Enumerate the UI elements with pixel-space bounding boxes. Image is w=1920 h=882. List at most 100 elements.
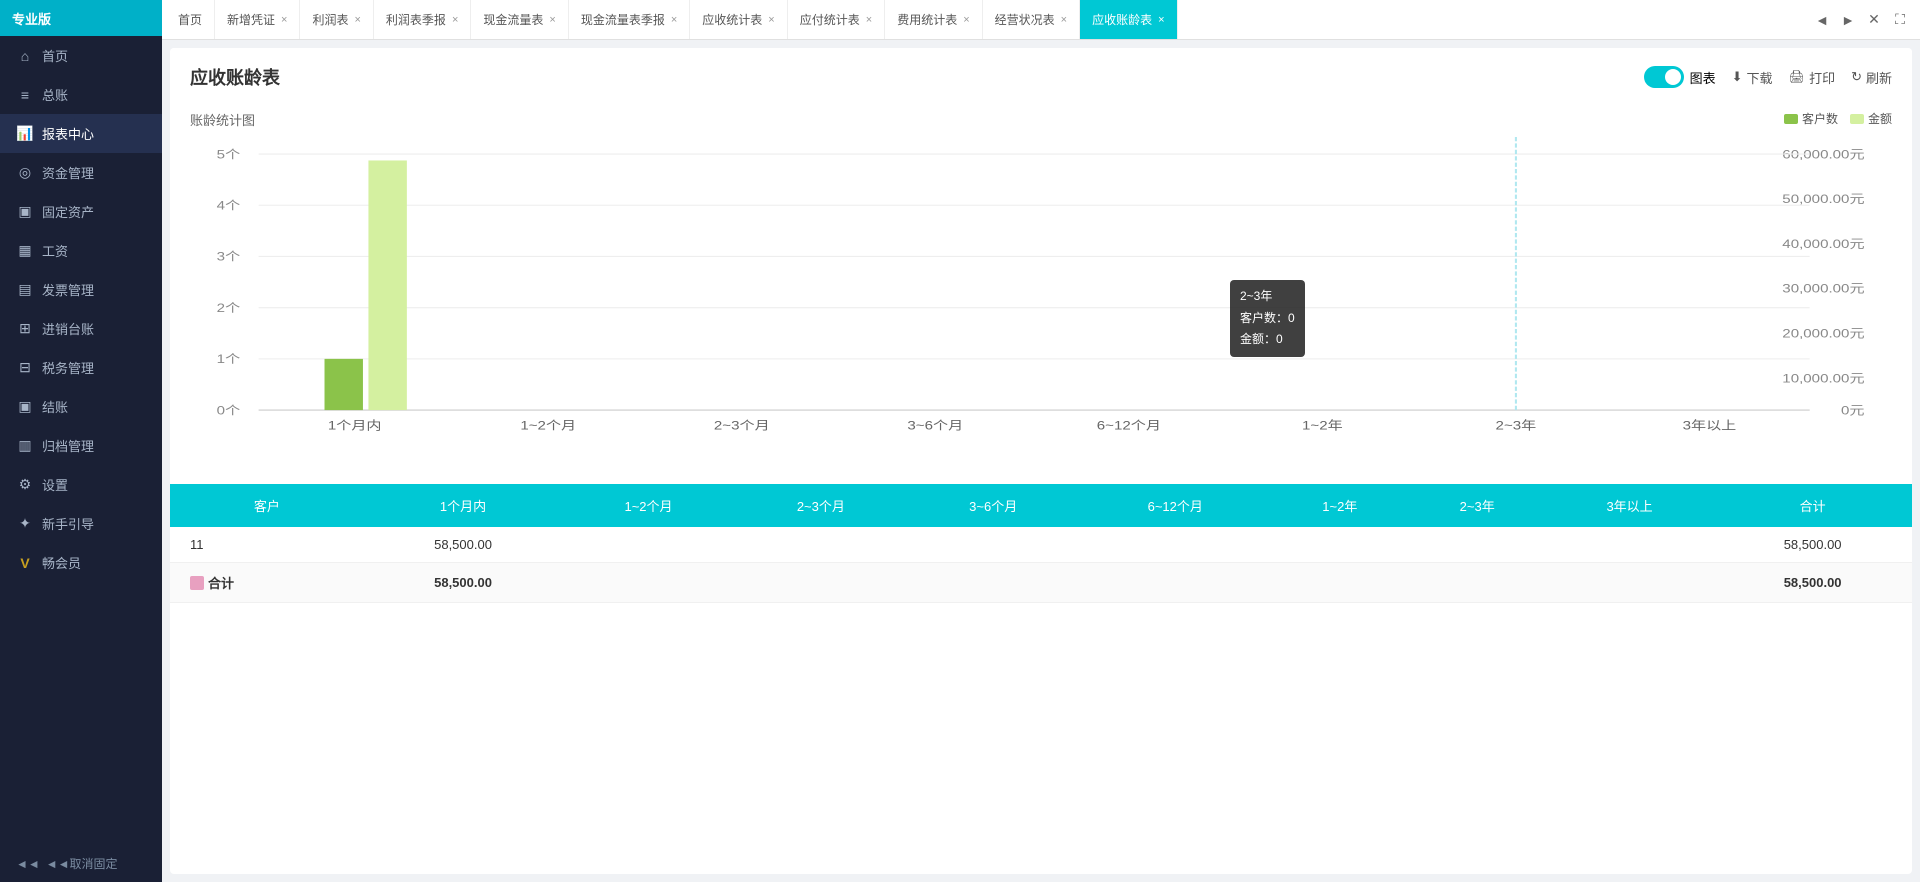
page-title: 应收账龄表 bbox=[190, 64, 1644, 90]
total-36month bbox=[907, 563, 1079, 603]
sidebar-label-vip: 畅会员 bbox=[42, 553, 81, 572]
content-area: 应收账龄表 图表 ⬇ 下载 🖨 打印 ↻ 刷新 bbox=[170, 48, 1912, 874]
refresh-button[interactable]: ↻ 刷新 bbox=[1851, 68, 1892, 87]
tab-profit-quarter-close[interactable]: × bbox=[452, 14, 458, 26]
cell-3year bbox=[1546, 527, 1713, 563]
total-1month: 58,500.00 bbox=[364, 563, 563, 603]
funds-icon: ◎ bbox=[16, 164, 34, 181]
tab-bar: 首页 新增凭证 × 利润表 × 利润表季报 × 现金流量表 × 现金流量表季报 … bbox=[162, 0, 1920, 40]
svg-text:10,000.00元: 10,000.00元 bbox=[1782, 372, 1864, 385]
total-label-cell: 合计 bbox=[170, 563, 364, 603]
svg-text:2个: 2个 bbox=[217, 302, 241, 315]
tab-prev-button[interactable]: ◄ bbox=[1810, 8, 1834, 32]
svg-text:2~3个月: 2~3个月 bbox=[714, 419, 770, 432]
cell-36month bbox=[907, 527, 1079, 563]
print-icon: 🖨 bbox=[1789, 69, 1806, 85]
invoice-icon: ▤ bbox=[16, 281, 34, 298]
svg-text:2~3年: 2~3年 bbox=[1496, 419, 1537, 432]
col-23year: 2~3年 bbox=[1409, 484, 1546, 527]
cell-1month: 58,500.00 bbox=[364, 527, 563, 563]
tab-home-label: 首页 bbox=[178, 11, 202, 28]
total-icon bbox=[190, 576, 204, 590]
cell-customer: 11 bbox=[170, 527, 364, 563]
tab-expand-button[interactable]: ⛶ bbox=[1888, 8, 1912, 32]
page-header: 应收账龄表 图表 ⬇ 下载 🖨 打印 ↻ 刷新 bbox=[170, 48, 1912, 100]
toggle-pin-button[interactable]: ◄◄ ◄◄取消固定 bbox=[0, 845, 162, 882]
tab-aging-label: 应收账龄表 bbox=[1092, 11, 1152, 28]
tab-profit-quarter[interactable]: 利润表季报 × bbox=[374, 0, 471, 39]
print-button[interactable]: 🖨 打印 bbox=[1789, 68, 1836, 87]
tab-profit-close[interactable]: × bbox=[354, 14, 360, 26]
tab-expense-stat[interactable]: 费用统计表 × bbox=[885, 0, 982, 39]
tab-operation[interactable]: 经营状况表 × bbox=[983, 0, 1080, 39]
legend-customers-color bbox=[1784, 114, 1798, 124]
sidebar-item-invoice[interactable]: ▤ 发票管理 bbox=[0, 270, 162, 309]
svg-text:6~12个月: 6~12个月 bbox=[1097, 419, 1161, 432]
chart-toggle-wrap: 图表 bbox=[1644, 66, 1716, 88]
download-button[interactable]: ⬇ 下载 bbox=[1732, 68, 1773, 87]
sidebar-item-guide[interactable]: ✦ 新手引导 bbox=[0, 504, 162, 543]
col-12year: 1~2年 bbox=[1271, 484, 1408, 527]
tab-new-voucher[interactable]: 新增凭证 × bbox=[215, 0, 300, 39]
app-logo: 专业版 bbox=[0, 0, 162, 36]
sidebar-item-ledger[interactable]: ≡ 总账 bbox=[0, 75, 162, 114]
table-header-row: 客户 1个月内 1~2个月 2~3个月 3~6个月 6~12个月 1~2年 2~… bbox=[170, 484, 1912, 527]
chart-title: 账龄统计图 bbox=[190, 110, 1892, 129]
svg-text:1个: 1个 bbox=[217, 353, 241, 366]
sidebar-label-salary: 工资 bbox=[42, 241, 68, 260]
total-12year bbox=[1271, 563, 1408, 603]
tab-cashflow-quarter[interactable]: 现金流量表季报 × bbox=[569, 0, 690, 39]
sidebar-label-reports: 报表中心 bbox=[42, 124, 94, 143]
total-row: 合计 58,500.00 58,500.00 bbox=[170, 563, 1912, 603]
svg-text:40,000.00元: 40,000.00元 bbox=[1782, 238, 1864, 251]
sidebar-label-funds: 资金管理 bbox=[42, 163, 94, 182]
svg-text:20,000.00元: 20,000.00元 bbox=[1782, 327, 1864, 340]
tab-cashflow-quarter-close[interactable]: × bbox=[671, 14, 677, 26]
tab-receivable-stat[interactable]: 应收统计表 × bbox=[690, 0, 787, 39]
sidebar: 专业版 ⌂ 首页 ≡ 总账 📊 报表中心 ◎ 资金管理 ▣ 固定资产 ▦ 工资 … bbox=[0, 0, 162, 882]
reports-icon: 📊 bbox=[16, 125, 34, 142]
data-table: 客户 1个月内 1~2个月 2~3个月 3~6个月 6~12个月 1~2年 2~… bbox=[170, 484, 1912, 603]
cell-612month bbox=[1079, 527, 1271, 563]
svg-text:1~2年: 1~2年 bbox=[1302, 419, 1343, 432]
sidebar-item-settings[interactable]: ⚙ 设置 bbox=[0, 465, 162, 504]
sidebar-item-vip[interactable]: V 畅会员 bbox=[0, 543, 162, 582]
tab-cashflow-close[interactable]: × bbox=[549, 14, 555, 26]
tab-close-all-button[interactable]: ✕ bbox=[1862, 8, 1886, 32]
svg-text:5个: 5个 bbox=[217, 148, 241, 161]
sidebar-item-assets[interactable]: ▣ 固定资产 bbox=[0, 192, 162, 231]
sidebar-item-archive[interactable]: ▥ 归档管理 bbox=[0, 426, 162, 465]
tab-operation-close[interactable]: × bbox=[1061, 14, 1067, 26]
vip-icon: V bbox=[16, 555, 34, 571]
sidebar-label-inventory: 进销台账 bbox=[42, 319, 94, 338]
total-label-text: 合计 bbox=[208, 573, 234, 592]
sidebar-item-close[interactable]: ▣ 结账 bbox=[0, 387, 162, 426]
sidebar-item-funds[interactable]: ◎ 资金管理 bbox=[0, 153, 162, 192]
tab-new-voucher-close[interactable]: × bbox=[281, 14, 287, 26]
col-total: 合计 bbox=[1713, 484, 1912, 527]
home-icon: ⌂ bbox=[16, 48, 34, 64]
sidebar-item-home[interactable]: ⌂ 首页 bbox=[0, 36, 162, 75]
tab-aging-close[interactable]: × bbox=[1158, 14, 1164, 26]
tab-profit[interactable]: 利润表 × bbox=[300, 0, 373, 39]
tab-controls: ◄ ► ✕ ⛶ bbox=[1810, 8, 1916, 32]
total-12month bbox=[562, 563, 734, 603]
tab-receivable-stat-close[interactable]: × bbox=[768, 14, 774, 26]
salary-icon: ▦ bbox=[16, 242, 34, 259]
sidebar-item-tax[interactable]: ⊟ 税务管理 bbox=[0, 348, 162, 387]
col-3year: 3年以上 bbox=[1546, 484, 1713, 527]
sidebar-label-home: 首页 bbox=[42, 46, 68, 65]
sidebar-item-salary[interactable]: ▦ 工资 bbox=[0, 231, 162, 270]
chart-toggle[interactable] bbox=[1644, 66, 1684, 88]
sidebar-item-inventory[interactable]: ⊞ 进销台账 bbox=[0, 309, 162, 348]
tab-cashflow[interactable]: 现金流量表 × bbox=[471, 0, 568, 39]
col-1month: 1个月内 bbox=[364, 484, 563, 527]
tab-expense-stat-close[interactable]: × bbox=[963, 14, 969, 26]
sidebar-item-reports[interactable]: 📊 报表中心 bbox=[0, 114, 162, 153]
tab-next-button[interactable]: ► bbox=[1836, 8, 1860, 32]
tab-aging[interactable]: 应收账龄表 × bbox=[1080, 0, 1177, 39]
tab-payable-stat-close[interactable]: × bbox=[866, 14, 872, 26]
tab-payable-stat[interactable]: 应付统计表 × bbox=[788, 0, 885, 39]
tab-home[interactable]: 首页 bbox=[166, 0, 215, 39]
sidebar-label-ledger: 总账 bbox=[42, 85, 68, 104]
